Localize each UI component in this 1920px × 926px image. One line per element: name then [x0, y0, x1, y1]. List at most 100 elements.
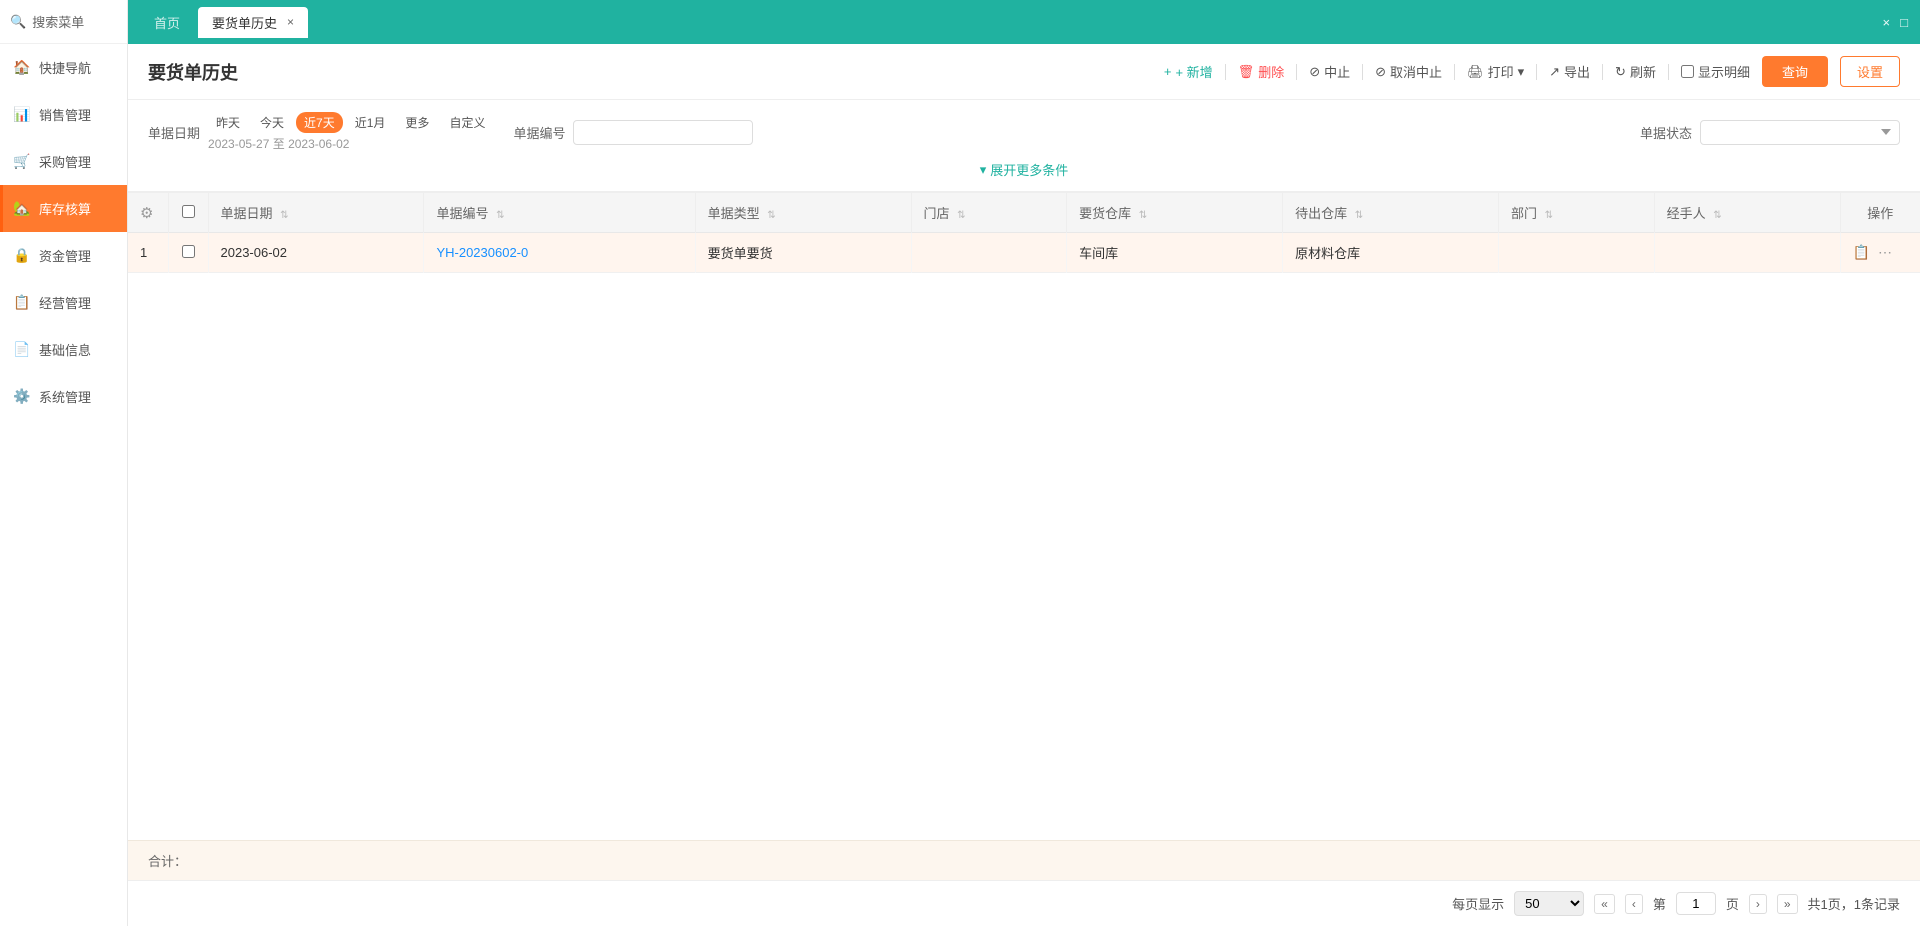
stop-button[interactable]: ⊘ 中止 — [1309, 62, 1350, 81]
search-label: 搜索菜单 — [32, 12, 84, 31]
sort-handler-icon: ⇅ — [1713, 210, 1721, 221]
expand-more-btn[interactable]: ▾ 展开更多条件 — [148, 160, 1900, 179]
tab-home[interactable]: 首页 — [140, 7, 194, 38]
date-filter-label: 单据日期 — [148, 123, 200, 142]
td-req-warehouse: 车间库 — [1067, 233, 1283, 273]
td-handler — [1654, 233, 1840, 273]
first-page-btn[interactable]: « — [1594, 894, 1615, 914]
doc-number-input[interactable] — [573, 120, 753, 145]
tab-active[interactable]: 要货单历史 × — [198, 7, 308, 38]
doc-number-label: 单据编号 — [513, 123, 565, 142]
window-close-btn[interactable]: × — [1883, 15, 1891, 30]
sidebar-label-purchase: 采购管理 — [39, 152, 91, 171]
td-actions: 📋 ⋯ — [1840, 233, 1920, 273]
next-page-btn[interactable]: › — [1749, 894, 1767, 914]
delete-button[interactable]: 🗑 删除 — [1238, 62, 1285, 81]
prev-page-btn[interactable]: ‹ — [1625, 894, 1643, 914]
sidebar-item-quick-nav[interactable]: 🏠 快捷导航 — [0, 44, 127, 91]
content-area: 要货单历史 + + 新增 🗑 删除 ⊘ 中止 ⊘ — [128, 44, 1920, 926]
page-input[interactable] — [1676, 892, 1716, 915]
data-table: ⚙ 单据日期 ⇅ 单据编号 ⇅ — [128, 193, 1920, 273]
topbar: 首页 要货单历史 × × □ — [128, 0, 1920, 44]
total-info: 共1页，1条记录 — [1808, 894, 1900, 913]
th-doc-type[interactable]: 单据类型 ⇅ — [695, 193, 911, 233]
display-detail-input[interactable] — [1681, 65, 1694, 78]
filter-row: 单据日期 昨天 今天 近7天 近1月 更多 自定义 2023-05-27 至 2… — [148, 112, 1900, 152]
sidebar-item-purchase[interactable]: 🛒 采购管理 — [0, 138, 127, 185]
settings-button[interactable]: 设置 — [1840, 56, 1900, 87]
th-doc-date[interactable]: 单据日期 ⇅ — [208, 193, 424, 233]
export-button[interactable]: ↗ 导出 — [1549, 62, 1590, 81]
window-minimize-btn[interactable]: □ — [1900, 15, 1908, 30]
finance-icon: 🔒 — [13, 247, 31, 264]
divider-4 — [1454, 64, 1455, 80]
sort-doc-type-icon: ⇅ — [767, 210, 775, 221]
search-menu[interactable]: 🔍 搜索菜单 — [0, 0, 127, 44]
footer-summary: 合计： — [128, 840, 1920, 880]
td-doc-number: YH-20230602-0 — [424, 233, 695, 273]
basic-icon: 📄 — [13, 341, 31, 358]
tab-close-icon[interactable]: × — [287, 15, 294, 29]
divider-6 — [1602, 64, 1603, 80]
system-icon: ⚙️ — [13, 388, 31, 405]
th-doc-number[interactable]: 单据编号 ⇅ — [424, 193, 695, 233]
th-pending-warehouse[interactable]: 待出仓库 ⇅ — [1283, 193, 1499, 233]
cancel-stop-label: 取消中止 — [1390, 62, 1442, 81]
doc-number-filter-group: 单据编号 — [513, 120, 753, 145]
refresh-button[interactable]: ↻ 刷新 — [1615, 62, 1656, 81]
sidebar-label-inventory: 库存核算 — [39, 199, 91, 218]
display-detail-checkbox[interactable]: 显示明细 — [1681, 62, 1750, 81]
date-opt-7days[interactable]: 近7天 — [296, 112, 343, 133]
th-checkbox — [168, 193, 208, 233]
sidebar-label-quick-nav: 快捷导航 — [39, 58, 91, 77]
print-label: 打印 — [1488, 62, 1514, 81]
query-button[interactable]: 查询 — [1762, 56, 1828, 87]
th-handler[interactable]: 经手人 ⇅ — [1654, 193, 1840, 233]
status-label: 单据状态 — [1640, 123, 1692, 142]
print-button[interactable]: 🖨 打印 ▾ — [1467, 62, 1524, 81]
sidebar-item-sales[interactable]: 📊 销售管理 — [0, 91, 127, 138]
th-gear[interactable]: ⚙ — [128, 193, 168, 233]
date-opt-more[interactable]: 更多 — [397, 112, 437, 133]
sidebar-item-operation[interactable]: 📋 经营管理 — [0, 279, 127, 326]
last-page-btn[interactable]: » — [1777, 894, 1798, 914]
select-all-checkbox[interactable] — [182, 205, 195, 218]
th-handler-label: 经手人 — [1667, 206, 1706, 221]
sidebar-item-inventory[interactable]: 🏡 库存核算 — [0, 185, 127, 232]
search-icon: 🔍 — [10, 14, 26, 30]
date-opt-yesterday[interactable]: 昨天 — [208, 112, 248, 133]
home-icon: 🏠 — [13, 59, 31, 76]
sidebar-item-basic[interactable]: 📄 基础信息 — [0, 326, 127, 373]
th-department[interactable]: 部门 ⇅ — [1499, 193, 1655, 233]
status-select[interactable] — [1700, 120, 1900, 145]
row-checkbox[interactable] — [182, 245, 195, 258]
sidebar-label-finance: 资金管理 — [39, 246, 91, 265]
print-icon: 🖨 — [1467, 64, 1484, 80]
date-opt-custom[interactable]: 自定义 — [441, 112, 493, 133]
date-filter-group: 单据日期 昨天 今天 近7天 近1月 更多 自定义 2023-05-27 至 2… — [148, 112, 493, 152]
td-checkbox — [168, 233, 208, 273]
divider-3 — [1362, 64, 1363, 80]
table-gear-icon[interactable]: ⚙ — [140, 205, 153, 222]
sidebar-item-finance[interactable]: 🔒 资金管理 — [0, 232, 127, 279]
display-detail-label: 显示明细 — [1698, 62, 1750, 81]
td-store — [911, 233, 1067, 273]
cancel-stop-button[interactable]: ⊘ 取消中止 — [1375, 62, 1442, 81]
per-page-select[interactable]: 10 20 50 100 — [1514, 891, 1584, 916]
date-opt-1month[interactable]: 近1月 — [347, 112, 394, 133]
th-store[interactable]: 门店 ⇅ — [911, 193, 1067, 233]
view-action-icon[interactable]: 📋 — [1853, 244, 1870, 261]
per-page-label: 每页显示 — [1452, 894, 1504, 913]
refresh-icon: ↻ — [1615, 64, 1626, 80]
th-req-warehouse[interactable]: 要货仓库 ⇅ — [1067, 193, 1283, 233]
sidebar-item-system[interactable]: ⚙️ 系统管理 — [0, 373, 127, 420]
new-button[interactable]: + + 新增 — [1164, 62, 1213, 81]
td-row-num: 1 — [128, 233, 168, 273]
action-icons: 📋 ⋯ — [1853, 244, 1909, 261]
more-action-icon[interactable]: ⋯ — [1878, 244, 1892, 261]
doc-number-link[interactable]: YH-20230602-0 — [436, 245, 528, 260]
topbar-right: × □ — [1883, 15, 1908, 30]
sidebar-label-sales: 销售管理 — [39, 105, 91, 124]
export-icon: ↗ — [1549, 64, 1560, 80]
date-opt-today[interactable]: 今天 — [252, 112, 292, 133]
